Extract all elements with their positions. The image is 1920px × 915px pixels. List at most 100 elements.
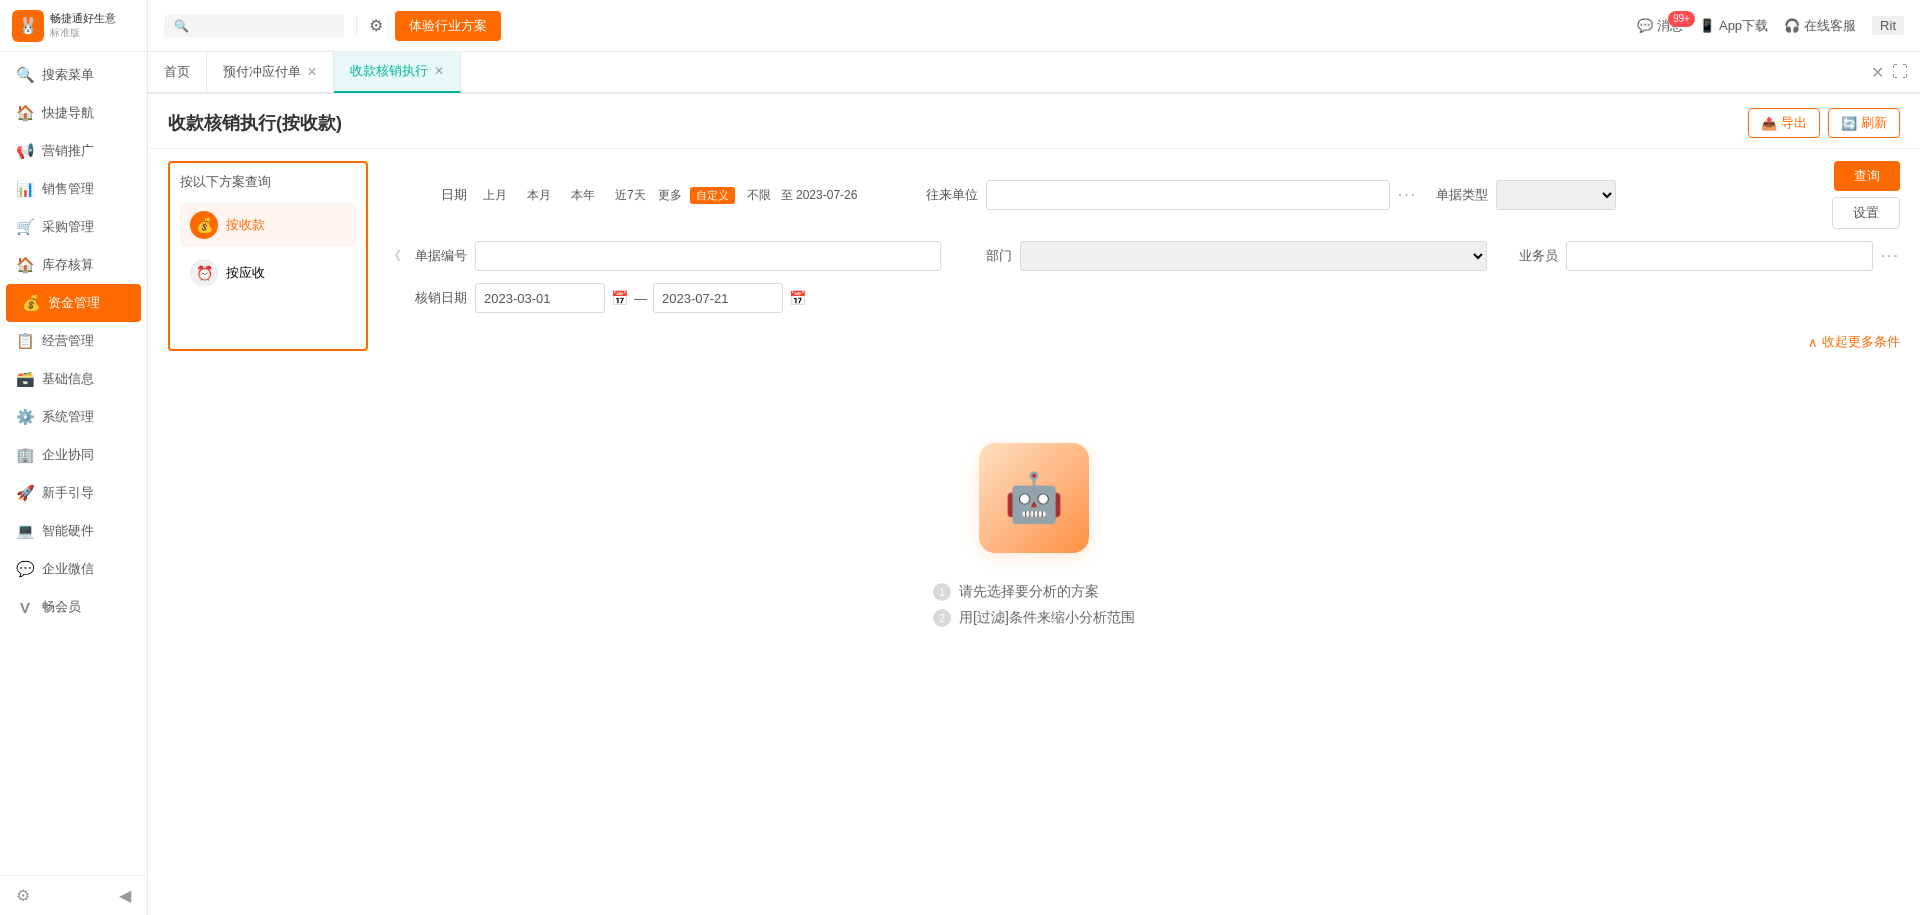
sidebar-item-system[interactable]: ⚙️ 系统管理	[0, 398, 147, 436]
topbar-app-download[interactable]: 📱 App下载	[1699, 17, 1768, 35]
sidebar-label-finance: 资金管理	[48, 294, 100, 312]
verify-date-end-input[interactable]	[653, 283, 783, 313]
receipt-option-icon: 💰	[190, 211, 218, 239]
counterparty-more-icon[interactable]: ···	[1398, 186, 1417, 204]
wechat-icon: 💬	[16, 560, 34, 578]
guide-icon: 🚀	[16, 484, 34, 502]
logo-sub: 标准版	[50, 26, 116, 40]
more-conditions-button[interactable]: ∧ 收起更多条件	[412, 325, 1900, 351]
receivable-option-icon: ⏰	[190, 259, 218, 287]
topbar-divider	[356, 16, 357, 36]
counterparty-input[interactable]	[986, 180, 1390, 210]
quicknav-icon: 🏠	[16, 104, 34, 122]
topbar: 🔍 ⚙ 体验行业方案 💬 消息 99+ 📱 App下载 🎧 在线客服 Rit	[148, 0, 1920, 52]
date-label: 日期	[412, 186, 467, 204]
sidebar-label-purchase: 采购管理	[42, 218, 94, 236]
topbar-message[interactable]: 💬 消息 99+	[1637, 17, 1683, 35]
marketing-icon: 📢	[16, 142, 34, 160]
page-header: 收款核销执行(按收款) 📤 导出 🔄 刷新	[148, 94, 1920, 149]
tab-collection-close[interactable]: ✕	[434, 64, 444, 78]
tab-home[interactable]: 首页	[148, 51, 207, 93]
sidebar-label-hardware: 智能硬件	[42, 522, 94, 540]
sidebar-label-wechat: 企业微信	[42, 560, 94, 578]
member-icon: V	[16, 599, 34, 616]
settings-button[interactable]: 设置	[1832, 197, 1900, 229]
filter-field-employee: 业务员 ···	[1503, 241, 1900, 271]
user-label: Rit	[1872, 16, 1904, 35]
more-conditions-label: 收起更多条件	[1822, 333, 1900, 351]
topbar-online-service[interactable]: 🎧 在线客服	[1784, 17, 1856, 35]
date-to-display: 至 2023-07-26	[781, 187, 858, 204]
refresh-button[interactable]: 🔄 刷新	[1828, 108, 1900, 138]
sidebar-label-member: 畅会员	[42, 598, 81, 616]
dept-select[interactable]	[1020, 241, 1486, 271]
sidebar-item-enterprise[interactable]: 🏢 企业协同	[0, 436, 147, 474]
solution-button[interactable]: 体验行业方案	[395, 11, 501, 41]
filter-field-verifydate: 核销日期 📅 — 📅	[412, 283, 947, 313]
calendar-start-icon[interactable]: 📅	[611, 290, 628, 306]
date-btn-thismonth[interactable]: 本月	[519, 185, 559, 206]
sidebar-item-member[interactable]: V 畅会员	[0, 588, 147, 626]
sidebar-item-wechat[interactable]: 💬 企业微信	[0, 550, 147, 588]
query-button[interactable]: 查询	[1834, 161, 1900, 191]
sidebar-item-guide[interactable]: 🚀 新手引导	[0, 474, 147, 512]
sidebar-label-quicknav: 快捷导航	[42, 104, 94, 122]
empty-step-1: 1 请先选择要分析的方案	[933, 583, 1135, 601]
tab-collection-label: 收款核销执行	[350, 62, 428, 80]
filter-action-buttons: 查询 设置	[1820, 161, 1900, 229]
employee-input[interactable]	[1566, 241, 1873, 271]
sidebar-item-inventory[interactable]: 🏠 库存核算	[0, 246, 147, 284]
sidebar-item-purchase[interactable]: 🛒 采购管理	[0, 208, 147, 246]
sidebar-item-hardware[interactable]: 💻 智能硬件	[0, 512, 147, 550]
topbar-user[interactable]: Rit	[1872, 16, 1904, 35]
sidebar-settings-icon[interactable]: ⚙	[16, 886, 30, 905]
dept-label: 部门	[957, 247, 1012, 265]
date-btn-lastmonth[interactable]: 上月	[475, 185, 515, 206]
verify-date-start-input[interactable]	[475, 283, 605, 313]
purchase-icon: 🛒	[16, 218, 34, 236]
tab-collection[interactable]: 收款核销执行 ✕	[334, 51, 461, 93]
empty-step-2: 2 用[过滤]条件来缩小分析范围	[933, 609, 1135, 627]
tab-expand-icon[interactable]: ⛶	[1892, 63, 1908, 81]
export-button[interactable]: 📤 导出	[1748, 108, 1820, 138]
filter-option-receipt[interactable]: 💰 按收款	[180, 203, 356, 247]
tab-home-label: 首页	[164, 63, 190, 81]
export-label: 导出	[1781, 114, 1807, 132]
topbar-gear-icon[interactable]: ⚙	[369, 16, 383, 35]
date-btn-more[interactable]: 更多	[658, 187, 682, 204]
sidebar-item-sales[interactable]: 📊 销售管理	[0, 170, 147, 208]
sidebar-collapse-icon[interactable]: ◀	[119, 886, 131, 905]
calendar-end-icon[interactable]: 📅	[789, 290, 806, 306]
tab-prepay[interactable]: 预付冲应付单 ✕	[207, 51, 334, 93]
robot-emoji: 🤖	[1004, 470, 1064, 526]
employee-more-icon[interactable]: ···	[1881, 247, 1900, 265]
logo-icon: 🐰	[12, 10, 44, 42]
docno-label: 单据编号	[412, 247, 467, 265]
date-btn-thisyear[interactable]: 本年	[563, 185, 603, 206]
sidebar-item-operation[interactable]: 📋 经营管理	[0, 322, 147, 360]
sidebar-item-finance[interactable]: 💰 资金管理	[6, 284, 141, 322]
service-icon: 🎧	[1784, 18, 1800, 33]
date-custom-tag: 自定义	[690, 187, 735, 204]
date-btn-7days[interactable]: 近7天	[607, 185, 654, 206]
tab-close-all-icon[interactable]: ✕	[1871, 63, 1884, 82]
sidebar-item-search[interactable]: 🔍 搜索菜单	[0, 56, 147, 94]
logo-area: 🐰 畅捷通好生意 标准版	[0, 0, 147, 52]
tab-prepay-label: 预付冲应付单	[223, 63, 301, 81]
sidebar-label-enterprise: 企业协同	[42, 446, 94, 464]
main-area: 🔍 ⚙ 体验行业方案 💬 消息 99+ 📱 App下载 🎧 在线客服 Rit	[148, 0, 1920, 915]
system-icon: ⚙️	[16, 408, 34, 426]
tab-prepay-close[interactable]: ✕	[307, 65, 317, 79]
sidebar-item-marketing[interactable]: 📢 营销推广	[0, 132, 147, 170]
filter-collapse-button[interactable]: 《	[384, 161, 404, 351]
docno-input[interactable]	[475, 241, 941, 271]
sidebar-item-quicknav[interactable]: 🏠 快捷导航	[0, 94, 147, 132]
sidebar-menu: 🔍 搜索菜单 🏠 快捷导航 📢 营销推广 📊 销售管理 🛒 采购管理 🏠 库存核…	[0, 52, 147, 875]
topbar-search-box[interactable]: 🔍	[164, 15, 344, 37]
doctype-select[interactable]	[1496, 180, 1616, 210]
sidebar-item-basic[interactable]: 🗃️ 基础信息	[0, 360, 147, 398]
counterparty-label: 往来单位	[923, 186, 978, 204]
filter-option-receivable[interactable]: ⏰ 按应收	[180, 251, 356, 295]
filter-area: 按以下方案查询 💰 按收款 ⏰ 按应收 《	[148, 149, 1920, 363]
message-badge: 99+	[1668, 11, 1695, 27]
